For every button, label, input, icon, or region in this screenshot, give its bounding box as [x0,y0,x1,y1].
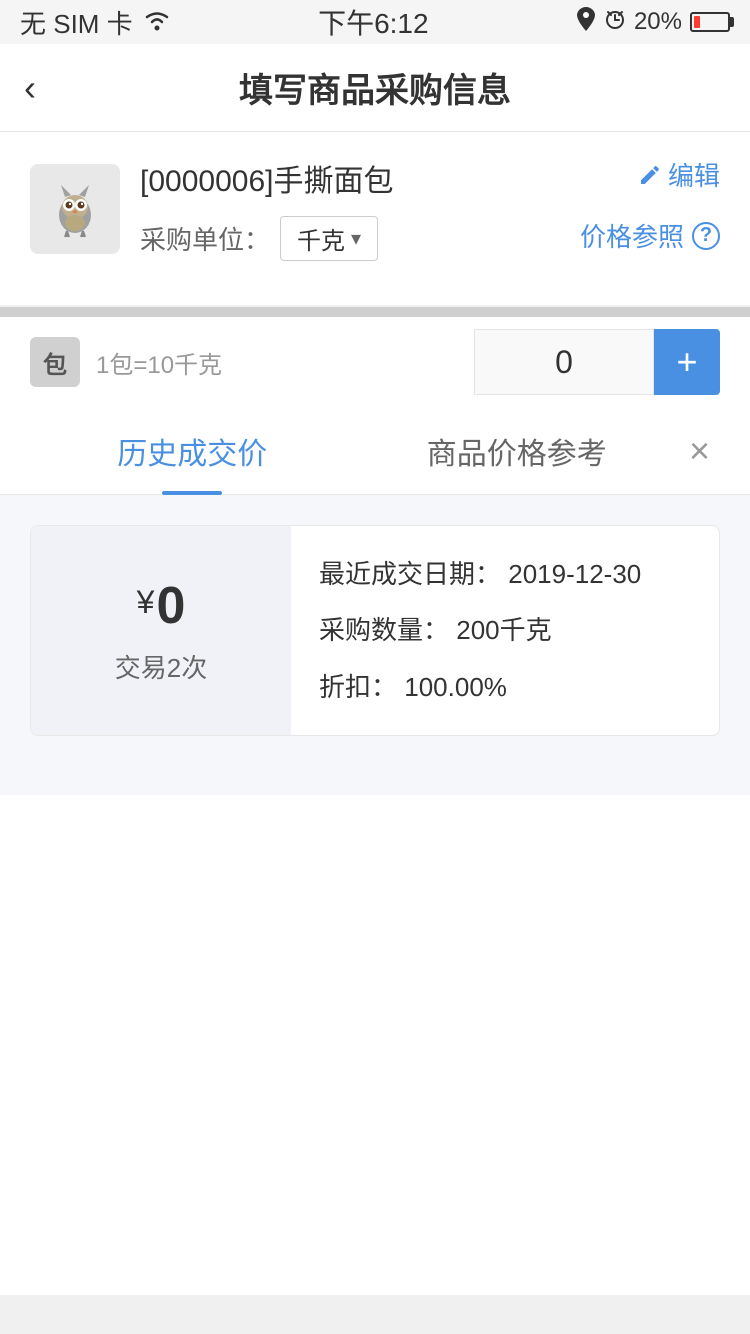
nav-bar: ‹ 填写商品采购信息 [0,44,750,132]
alarm-icon [604,8,626,37]
unit-box: 包 [30,337,80,387]
back-button[interactable]: ‹ [24,67,36,109]
purchase-quantity-value: 200千克 [456,615,551,645]
trade-price: ¥ 0 [137,576,186,636]
purchase-quantity-label: 采购数量： [319,615,449,645]
trade-count: 交易2次 [115,648,207,685]
edit-icon [638,163,662,187]
battery-fill [694,16,700,28]
carrier-text: 无 SIM 卡 [20,4,133,41]
location-icon [576,7,596,38]
price-value: 0 [156,576,185,636]
tab-history-price[interactable]: 历史成交价 [30,407,354,495]
status-bar: 无 SIM 卡 下午6:12 20 [0,0,750,44]
discount-label: 折扣： [319,672,397,702]
panel-close-button[interactable]: × [679,430,720,472]
status-right: 20% [576,7,730,38]
divider-bar [0,307,750,317]
purchase-quantity-row: 采购数量： 200千克 [319,612,691,648]
footer-area [0,795,750,1295]
product-info: [0000006]手撕面包 采购单位： 千克 ▾ [140,156,393,261]
wifi-icon [143,7,171,38]
quantity-input[interactable] [474,329,654,395]
conversion-text: 1包=10千克 [96,345,222,380]
panel-tabs: 历史成交价 商品价格参考 × [0,407,750,495]
price-ref-label: 价格参照 [580,217,684,254]
discount-value: 100.00% [404,672,507,702]
quantity-plus-button[interactable]: + [654,329,720,395]
battery-percent: 20% [634,8,682,36]
trade-left: ¥ 0 交易2次 [31,526,291,735]
recent-date-label: 最近成交日期： [319,559,501,589]
tab-price-reference[interactable]: 商品价格参考 [354,407,678,495]
product-unit-row: 采购单位： 千克 ▾ [140,216,393,261]
currency-symbol: ¥ [137,584,155,621]
battery-icon [690,12,730,32]
edit-button[interactable]: 编辑 [638,156,720,193]
quantity-row: 包 1包=10千克 + [0,317,750,407]
product-card: [0000006]手撕面包 采购单位： 千克 ▾ 编辑 价格参照 [0,132,750,305]
quantity-label: 包 1包=10千克 [30,337,222,387]
product-thumbnail [30,164,120,254]
unit-dropdown[interactable]: 千克 ▾ [280,216,378,261]
trade-card: ¥ 0 交易2次 最近成交日期： 2019-12-30 采购数量： 200千克 … [30,525,720,736]
product-left: [0000006]手撕面包 采购单位： 千克 ▾ [30,156,393,261]
unit-value: 千克 [297,221,345,256]
status-time: 下午6:12 [318,2,429,42]
help-icon: ? [692,222,720,250]
trade-right: 最近成交日期： 2019-12-30 采购数量： 200千克 折扣： 100.0… [291,526,719,735]
discount-row: 折扣： 100.00% [319,669,691,705]
recent-date-value: 2019-12-30 [508,559,641,589]
product-image-icon [45,179,105,239]
status-left: 无 SIM 卡 [20,4,171,41]
product-header: [0000006]手撕面包 采购单位： 千克 ▾ 编辑 价格参照 [30,156,720,261]
recent-date-row: 最近成交日期： 2019-12-30 [319,556,691,592]
product-name: [0000006]手撕面包 [140,156,393,200]
unit-label: 采购单位： [140,220,270,257]
panel-content: ¥ 0 交易2次 最近成交日期： 2019-12-30 采购数量： 200千克 … [0,495,750,795]
product-actions: 编辑 价格参照 ? [580,156,720,254]
quantity-input-group: + [474,329,720,395]
dropdown-arrow-icon: ▾ [351,226,361,251]
page-title: 填写商品采购信息 [239,63,511,112]
price-ref-button[interactable]: 价格参照 ? [580,217,720,254]
